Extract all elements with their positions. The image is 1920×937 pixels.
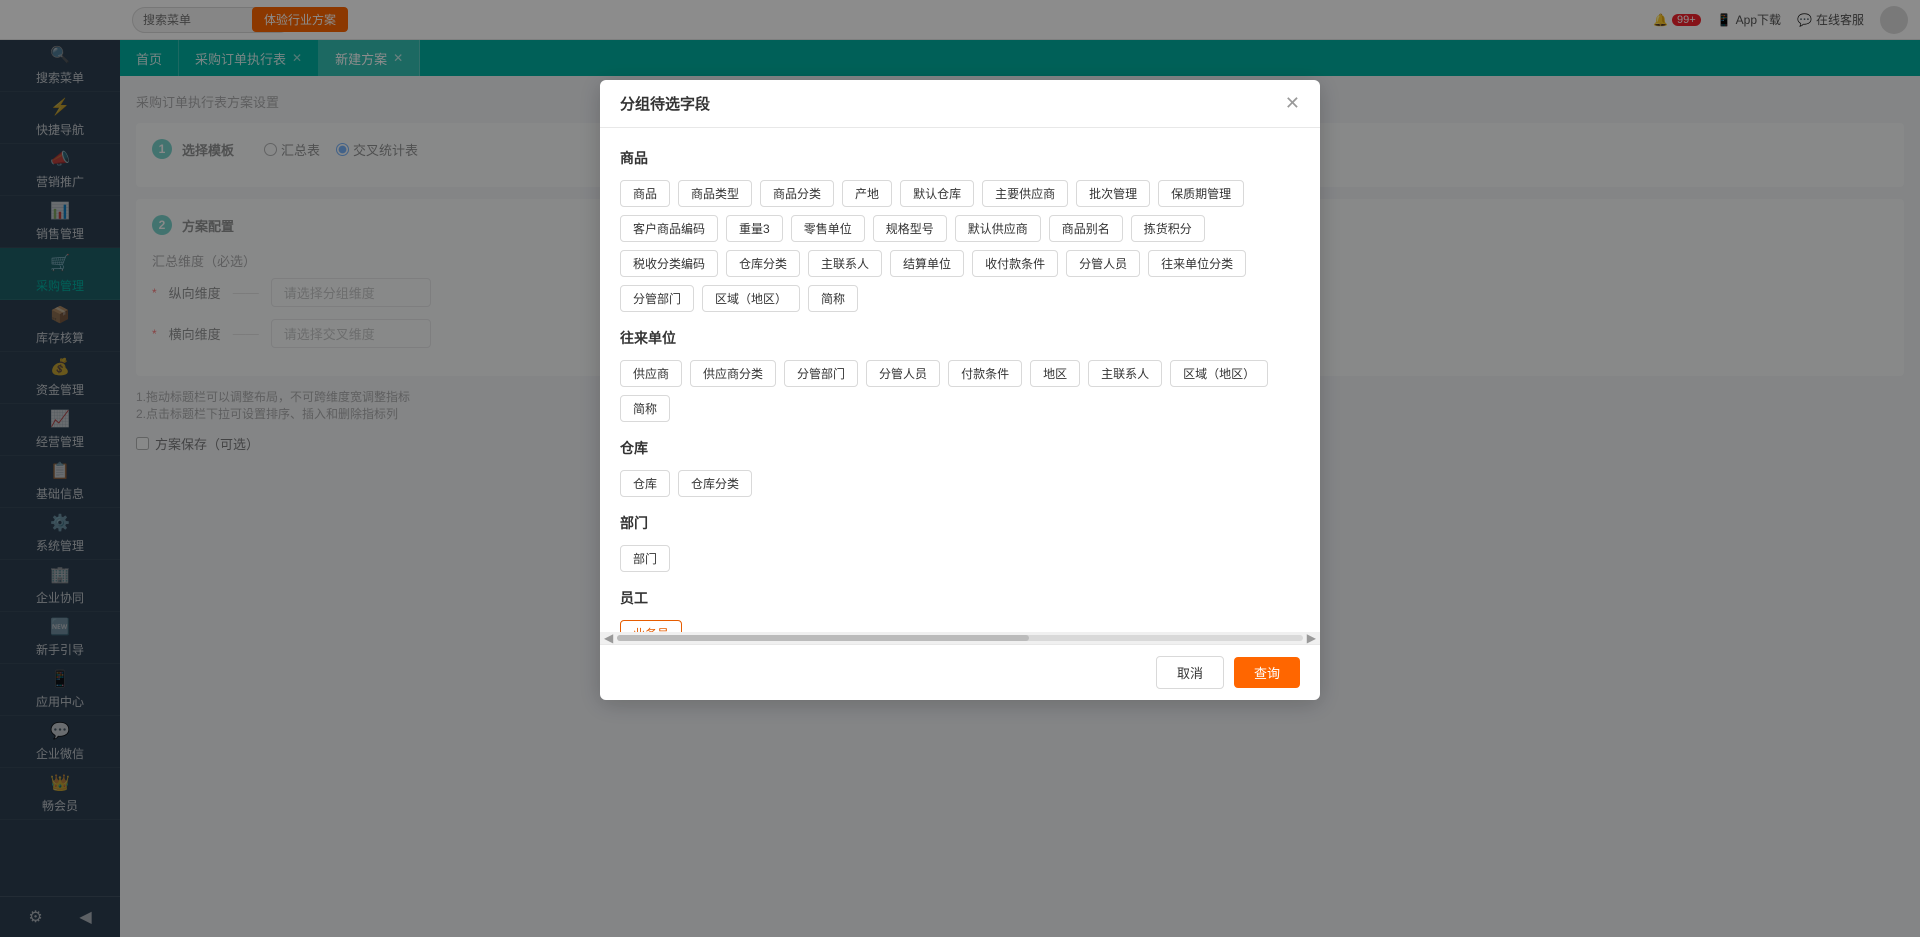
field-tag[interactable]: 收付款条件: [972, 250, 1058, 277]
cancel-button[interactable]: 取消: [1156, 656, 1224, 689]
field-tags-dept: 部门: [620, 545, 1300, 572]
field-tag[interactable]: 仓库分类: [678, 470, 752, 497]
field-tag[interactable]: 默认仓库: [900, 180, 974, 207]
field-tag[interactable]: 分管人员: [866, 360, 940, 387]
field-group-title-warehouse: 仓库: [620, 438, 1300, 458]
modal-footer: 取消 查询: [600, 644, 1320, 700]
hscroll-thumb: [617, 635, 1028, 641]
hscroll-track[interactable]: [617, 635, 1303, 641]
modal-close-button[interactable]: ✕: [1285, 93, 1300, 114]
field-group-title-staff: 员工: [620, 588, 1300, 608]
field-tags-partner: 供应商 供应商分类 分管部门 分管人员 付款条件 地区 主联系人 区域（地区） …: [620, 360, 1300, 422]
field-tag[interactable]: 主要供应商: [982, 180, 1068, 207]
modal-header: 分组待选字段 ✕: [600, 80, 1320, 128]
field-tag[interactable]: 分管人员: [1066, 250, 1140, 277]
modal-title: 分组待选字段: [620, 93, 710, 114]
confirm-button[interactable]: 查询: [1234, 657, 1300, 688]
field-tag[interactable]: 批次管理: [1076, 180, 1150, 207]
field-tag[interactable]: 部门: [620, 545, 670, 572]
field-tag[interactable]: 商品别名: [1049, 215, 1123, 242]
field-tags-warehouse: 仓库 仓库分类: [620, 470, 1300, 497]
field-tag[interactable]: 往来单位分类: [1148, 250, 1246, 277]
field-tag[interactable]: 规格型号: [873, 215, 947, 242]
field-tag[interactable]: 业务员: [620, 620, 682, 632]
field-tag[interactable]: 拣货积分: [1131, 215, 1205, 242]
field-tags-staff: 业务员: [620, 620, 1300, 632]
field-tag[interactable]: 主联系人: [808, 250, 882, 277]
field-tag[interactable]: 商品分类: [760, 180, 834, 207]
field-group-title-goods: 商品: [620, 148, 1300, 168]
field-tag[interactable]: 区域（地区）: [1170, 360, 1268, 387]
modal-field-select: 分组待选字段 ✕ 商品 商品 商品类型 商品分类 产地 默认仓库 主要供应商 批…: [600, 80, 1320, 700]
field-tag[interactable]: 商品类型: [678, 180, 752, 207]
field-tag[interactable]: 仓库分类: [726, 250, 800, 277]
modal-backdrop: 分组待选字段 ✕ 商品 商品 商品类型 商品分类 产地 默认仓库 主要供应商 批…: [0, 0, 1920, 937]
field-tag[interactable]: 付款条件: [948, 360, 1022, 387]
field-tag[interactable]: 地区: [1030, 360, 1080, 387]
field-tag[interactable]: 重量3: [726, 215, 783, 242]
modal-body[interactable]: 商品 商品 商品类型 商品分类 产地 默认仓库 主要供应商 批次管理 保质期管理…: [600, 128, 1320, 632]
field-tag[interactable]: 商品: [620, 180, 670, 207]
field-tag[interactable]: 保质期管理: [1158, 180, 1244, 207]
field-tags-goods: 商品 商品类型 商品分类 产地 默认仓库 主要供应商 批次管理 保质期管理 客户…: [620, 180, 1300, 312]
field-tag[interactable]: 主联系人: [1088, 360, 1162, 387]
field-tag[interactable]: 客户商品编码: [620, 215, 718, 242]
field-tag[interactable]: 分管部门: [620, 285, 694, 312]
field-tag[interactable]: 默认供应商: [955, 215, 1041, 242]
field-tag[interactable]: 供应商: [620, 360, 682, 387]
field-tag[interactable]: 仓库: [620, 470, 670, 497]
field-tag[interactable]: 税收分类编码: [620, 250, 718, 277]
field-tag[interactable]: 简称: [620, 395, 670, 422]
field-group-title-partner: 往来单位: [620, 328, 1300, 348]
field-tag[interactable]: 简称: [808, 285, 858, 312]
modal-hscroll[interactable]: ◀ ▶: [600, 632, 1320, 644]
field-tag[interactable]: 结算单位: [890, 250, 964, 277]
field-tag[interactable]: 分管部门: [784, 360, 858, 387]
field-tag[interactable]: 供应商分类: [690, 360, 776, 387]
field-tag[interactable]: 零售单位: [791, 215, 865, 242]
field-tag[interactable]: 区域（地区）: [702, 285, 800, 312]
field-group-title-dept: 部门: [620, 513, 1300, 533]
field-tag[interactable]: 产地: [842, 180, 892, 207]
